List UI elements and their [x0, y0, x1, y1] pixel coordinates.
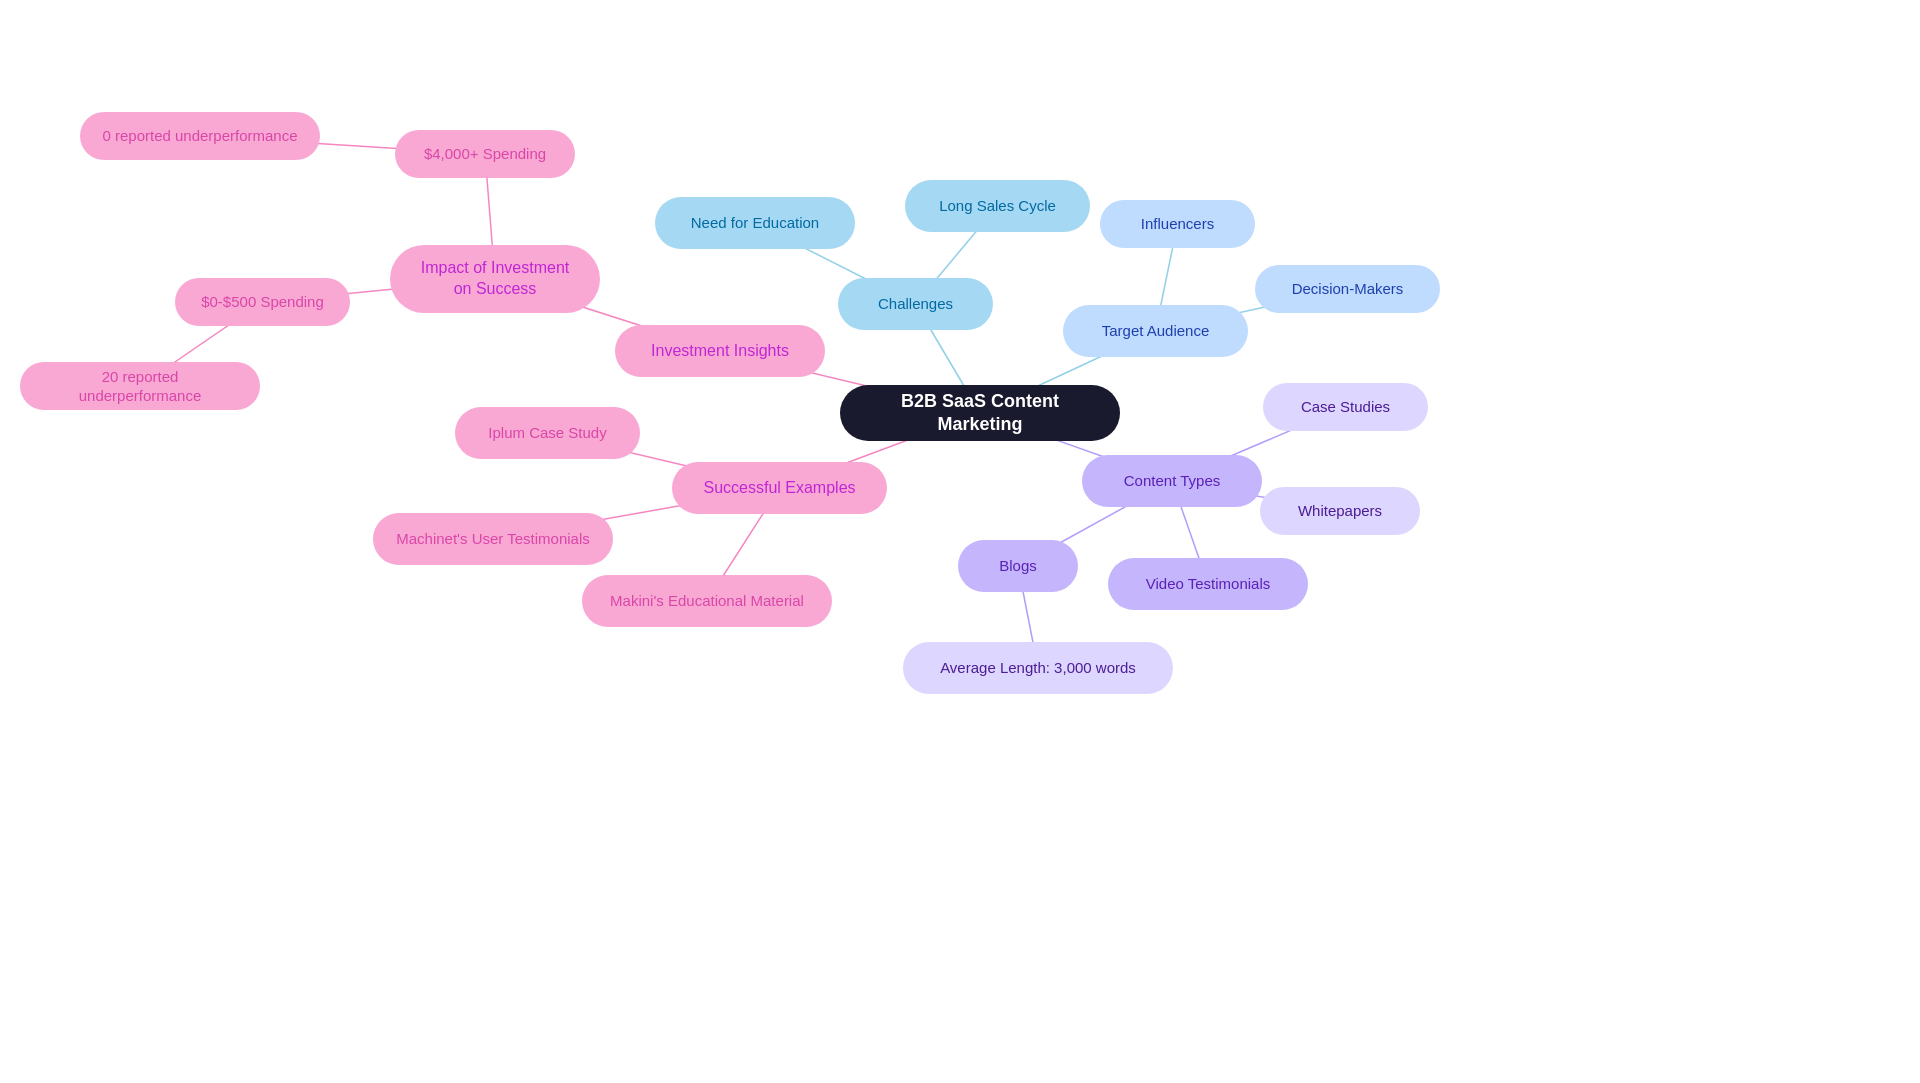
whitepapers-label: Whitepapers	[1298, 501, 1382, 521]
content-types-label: Content Types	[1124, 471, 1220, 491]
underperf-20-label: 20 reported underperformance	[40, 367, 240, 406]
avg-length-node[interactable]: Average Length: 3,000 words	[903, 642, 1173, 694]
long-sales-label: Long Sales Cycle	[939, 196, 1056, 216]
spending-4000-node[interactable]: $4,000+ Spending	[395, 130, 575, 178]
spending-4000-label: $4,000+ Spending	[424, 144, 546, 164]
iplum-label: Iplum Case Study	[488, 423, 606, 443]
target-audience-label: Target Audience	[1102, 321, 1210, 341]
iplum-node[interactable]: Iplum Case Study	[455, 407, 640, 459]
makini-node[interactable]: Makini's Educational Material	[582, 575, 832, 627]
machinet-label: Machinet's User Testimonials	[396, 529, 590, 549]
machinet-node[interactable]: Machinet's User Testimonials	[373, 513, 613, 565]
decision-makers-label: Decision-Makers	[1292, 279, 1404, 299]
need-education-label: Need for Education	[691, 213, 819, 233]
video-testimonials-label: Video Testimonials	[1146, 574, 1271, 594]
avg-length-label: Average Length: 3,000 words	[940, 658, 1136, 678]
whitepapers-node[interactable]: Whitepapers	[1260, 487, 1420, 535]
successful-examples-label: Successful Examples	[703, 478, 855, 499]
challenges-label: Challenges	[878, 294, 953, 314]
impact-node[interactable]: Impact of Investment on Success	[390, 245, 600, 313]
investment-insights-label: Investment Insights	[651, 341, 789, 362]
central-node[interactable]: B2B SaaS Content Marketing	[840, 385, 1120, 441]
challenges-node[interactable]: Challenges	[838, 278, 993, 330]
spending-500-node[interactable]: $0-$500 Spending	[175, 278, 350, 326]
case-studies-label: Case Studies	[1301, 397, 1390, 417]
underperf-20-node[interactable]: 20 reported underperformance	[20, 362, 260, 410]
case-studies-node[interactable]: Case Studies	[1263, 383, 1428, 431]
blogs-label: Blogs	[999, 556, 1037, 576]
target-audience-node[interactable]: Target Audience	[1063, 305, 1248, 357]
investment-insights-node[interactable]: Investment Insights	[615, 325, 825, 377]
influencers-node[interactable]: Influencers	[1100, 200, 1255, 248]
spending-500-label: $0-$500 Spending	[201, 292, 324, 312]
video-testimonials-node[interactable]: Video Testimonials	[1108, 558, 1308, 610]
content-types-node[interactable]: Content Types	[1082, 455, 1262, 507]
makini-label: Makini's Educational Material	[610, 591, 804, 611]
impact-label: Impact of Investment on Success	[410, 258, 580, 300]
underperf-0-node[interactable]: 0 reported underperformance	[80, 112, 320, 160]
influencers-label: Influencers	[1141, 214, 1214, 234]
underperf-0-label: 0 reported underperformance	[102, 126, 297, 146]
need-education-node[interactable]: Need for Education	[655, 197, 855, 249]
successful-examples-node[interactable]: Successful Examples	[672, 462, 887, 514]
blogs-node[interactable]: Blogs	[958, 540, 1078, 592]
central-label: B2B SaaS Content Marketing	[860, 390, 1100, 437]
decision-makers-node[interactable]: Decision-Makers	[1255, 265, 1440, 313]
long-sales-node[interactable]: Long Sales Cycle	[905, 180, 1090, 232]
